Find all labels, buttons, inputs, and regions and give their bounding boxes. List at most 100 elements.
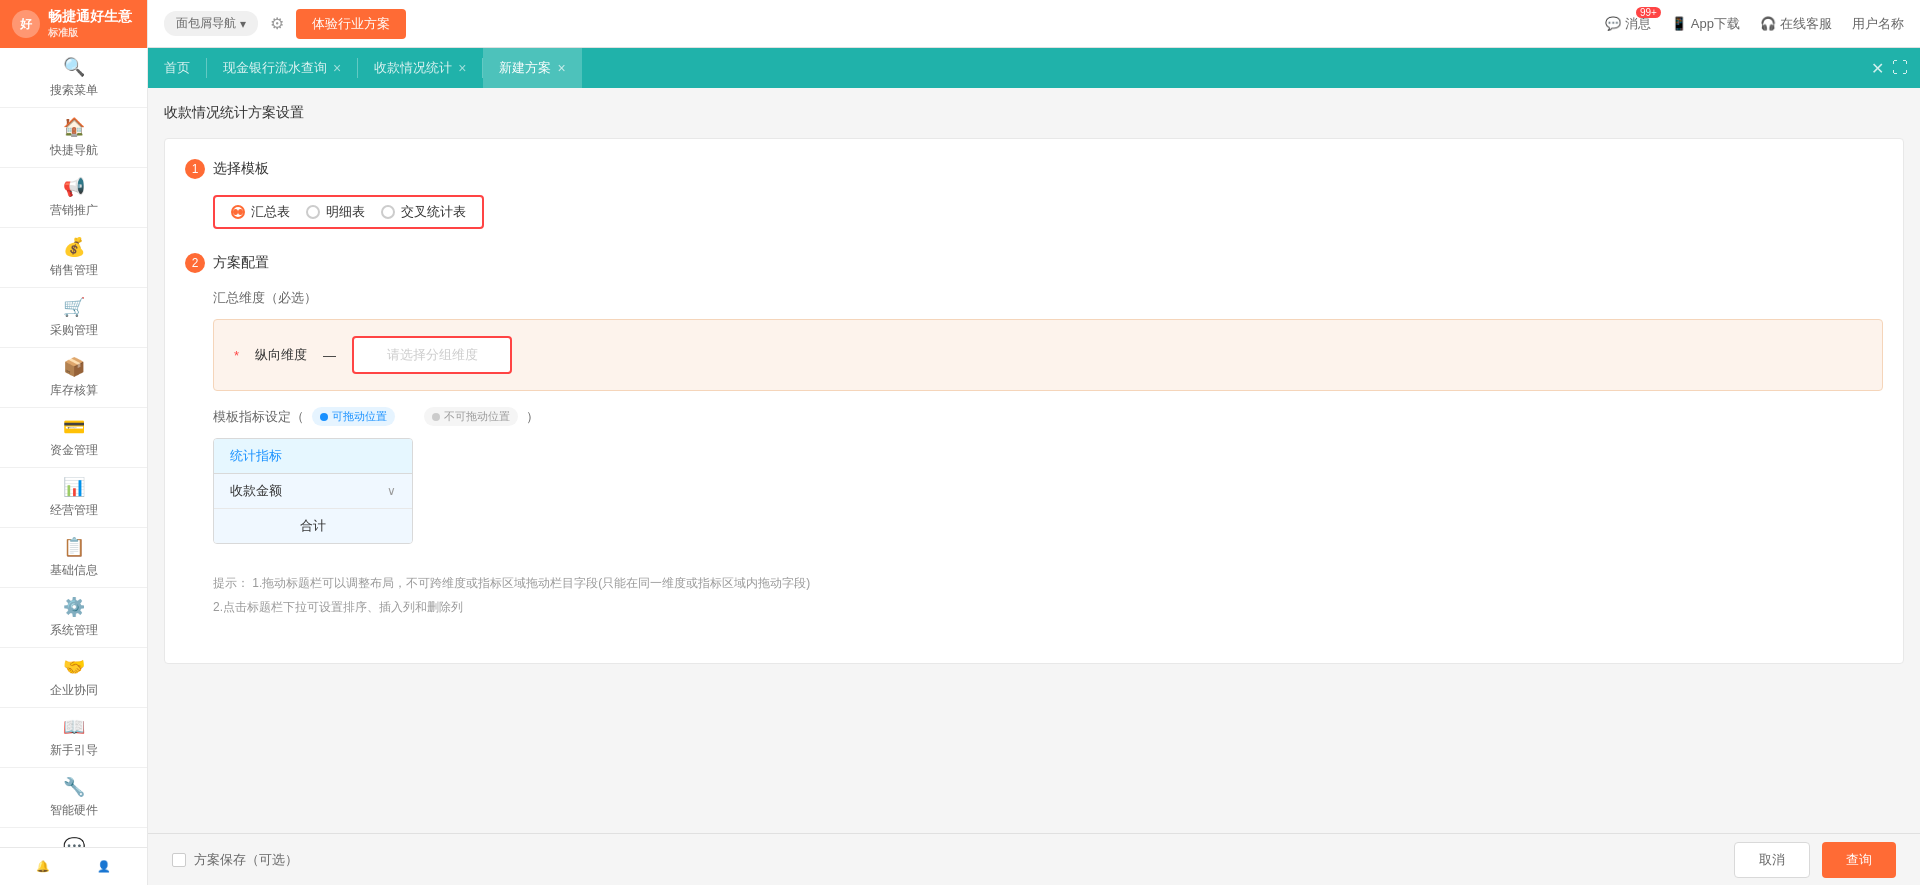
trial-button[interactable]: 体验行业方案 bbox=[296, 9, 406, 39]
indicator-table: 统计指标 收款金额 ∨ 合计 bbox=[213, 438, 413, 544]
sidebar-item-management[interactable]: 📊 经营管理 bbox=[0, 468, 147, 528]
management-icon: 📊 bbox=[63, 476, 85, 498]
sidebar-item-purchase[interactable]: 🛒 采购管理 bbox=[0, 288, 147, 348]
sidebar-item-system[interactable]: ⚙️ 系统管理 bbox=[0, 588, 147, 648]
indicator-cell-receipts[interactable]: 收款金额 ∨ bbox=[214, 474, 412, 509]
content-card: 1 选择模板 汇总表 明细表 交叉统计表 bbox=[164, 138, 1904, 664]
indicator-table-footer: 合计 bbox=[214, 509, 412, 543]
app-edition: 标准版 bbox=[48, 26, 132, 40]
cancel-button[interactable]: 取消 bbox=[1734, 842, 1810, 878]
header-right: 💬 消息 99+ 📱 App下载 🎧 在线客服 用户名称 bbox=[1605, 15, 1904, 33]
sidebar-label-hardware: 智能硬件 bbox=[50, 802, 98, 819]
message-count: 99+ bbox=[1636, 7, 1661, 18]
indicator-title-text: 模板指标设定（ bbox=[213, 408, 304, 426]
sidebar-item-finance[interactable]: 💳 资金管理 bbox=[0, 408, 147, 468]
radio-detail-circle bbox=[306, 205, 320, 219]
step2-header: 2 方案配置 bbox=[185, 253, 1883, 273]
tab-receipt-stats-close[interactable]: × bbox=[458, 60, 466, 76]
sidebar-bell-btn[interactable]: 🔔 bbox=[36, 860, 50, 873]
sidebar-label-guide: 新手引导 bbox=[50, 742, 98, 759]
message-badge[interactable]: 💬 消息 99+ bbox=[1605, 15, 1651, 33]
indicator-close-paren: ） bbox=[526, 408, 539, 426]
tips-section: 提示： 1.拖动标题栏可以调整布局，不可跨维度或指标区域拖动栏目字段(只能在同一… bbox=[213, 571, 1883, 619]
sidebar-item-search[interactable]: 🔍 搜索菜单 bbox=[0, 48, 147, 108]
radio-detail[interactable]: 明细表 bbox=[306, 203, 365, 221]
sidebar-item-nav[interactable]: 🏠 快捷导航 bbox=[0, 108, 147, 168]
breadcrumb-text: 面包屑导航 bbox=[176, 15, 236, 32]
main-content: 收款情况统计方案设置 1 选择模板 汇总表 明细表 bbox=[148, 88, 1920, 885]
sidebar-label-sales: 销售管理 bbox=[50, 262, 98, 279]
hardware-icon: 🔧 bbox=[63, 776, 85, 798]
user-info[interactable]: 用户名称 bbox=[1852, 15, 1904, 33]
guide-icon: 📖 bbox=[63, 716, 85, 738]
save-option: 方案保存（可选） bbox=[172, 851, 298, 869]
radio-summary[interactable]: 汇总表 bbox=[231, 203, 290, 221]
step2-num: 2 bbox=[185, 253, 205, 273]
sidebar-item-marketing[interactable]: 📢 营销推广 bbox=[0, 168, 147, 228]
corp-icon: 🤝 bbox=[63, 656, 85, 678]
message-icon: 💬 bbox=[1605, 16, 1621, 31]
dimension-area: * 纵向维度 — 请选择分组维度 bbox=[213, 319, 1883, 391]
tab-home[interactable]: 首页 bbox=[148, 48, 206, 88]
logo-icon: 好 bbox=[12, 10, 40, 38]
tabbar-close-icon[interactable]: ✕ bbox=[1871, 59, 1884, 78]
tab-new-plan-close[interactable]: × bbox=[557, 60, 565, 76]
sidebar-item-hardware[interactable]: 🔧 智能硬件 bbox=[0, 768, 147, 828]
basic-icon: 📋 bbox=[63, 536, 85, 558]
radio-cross[interactable]: 交叉统计表 bbox=[381, 203, 466, 221]
radio-summary-label: 汇总表 bbox=[251, 203, 290, 221]
marketing-icon: 📢 bbox=[63, 176, 85, 198]
service-icon: 🎧 bbox=[1760, 16, 1776, 31]
non-draggable-label: 不可拖动位置 bbox=[444, 409, 510, 424]
indicator-dropdown-icon[interactable]: ∨ bbox=[387, 484, 396, 498]
bottom-buttons: 取消 查询 bbox=[1734, 842, 1896, 878]
service-badge[interactable]: 🎧 在线客服 bbox=[1760, 15, 1832, 33]
indicator-cell-name: 收款金额 bbox=[230, 482, 282, 500]
tab-receipt-stats[interactable]: 收款情况统计 × bbox=[358, 48, 482, 88]
draggable-label: 可拖动位置 bbox=[332, 409, 387, 424]
sidebar-label-basic: 基础信息 bbox=[50, 562, 98, 579]
tab-cash-bank-label: 现金银行流水查询 bbox=[223, 59, 327, 77]
template-select-box: 汇总表 明细表 交叉统计表 bbox=[213, 195, 484, 229]
radio-cross-label: 交叉统计表 bbox=[401, 203, 466, 221]
sidebar-user-btn[interactable]: 👤 bbox=[97, 860, 111, 873]
sidebar-item-guide[interactable]: 📖 新手引导 bbox=[0, 708, 147, 768]
query-button[interactable]: 查询 bbox=[1822, 842, 1896, 878]
service-label: 在线客服 bbox=[1780, 15, 1832, 33]
sidebar-item-basic[interactable]: 📋 基础信息 bbox=[0, 528, 147, 588]
tip-line2: 2.点击标题栏下拉可设置排序、插入列和删除列 bbox=[213, 595, 1883, 619]
sidebar-label-marketing: 营销推广 bbox=[50, 202, 98, 219]
dimension-select-button[interactable]: 请选择分组维度 bbox=[352, 336, 512, 374]
tab-cash-bank-close[interactable]: × bbox=[333, 60, 341, 76]
tab-receipt-stats-label: 收款情况统计 bbox=[374, 59, 452, 77]
sidebar-label-nav: 快捷导航 bbox=[50, 142, 98, 159]
tab-cash-bank[interactable]: 现金银行流水查询 × bbox=[207, 48, 357, 88]
sidebar-bottom: 🔔 👤 bbox=[0, 847, 147, 885]
tabbar-expand-icon[interactable]: ⛶ bbox=[1892, 59, 1908, 77]
non-draggable-tag: 不可拖动位置 bbox=[424, 407, 518, 426]
sidebar-label-finance: 资金管理 bbox=[50, 442, 98, 459]
sidebar-label-inventory: 库存核算 bbox=[50, 382, 98, 399]
indicator-title-row: 模板指标设定（ 可拖动位置 不可拖动位置 ） bbox=[213, 407, 1883, 426]
download-label: App下载 bbox=[1691, 15, 1740, 33]
breadcrumb: 面包屑导航 ▾ bbox=[164, 11, 258, 36]
download-badge[interactable]: 📱 App下载 bbox=[1671, 15, 1740, 33]
app-logo: 好 畅捷通好生意 标准版 bbox=[0, 0, 147, 48]
step2-section: 2 方案配置 汇总维度（必选） * 纵向维度 — 请选择分组维度 模板指标设定（… bbox=[185, 253, 1883, 619]
tab-home-label: 首页 bbox=[164, 59, 190, 77]
header: 面包屑导航 ▾ ⚙ 体验行业方案 💬 消息 99+ 📱 App下载 🎧 在线客服… bbox=[148, 0, 1920, 48]
sidebar-item-inventory[interactable]: 📦 库存核算 bbox=[0, 348, 147, 408]
sidebar-label-search: 搜索菜单 bbox=[50, 82, 98, 99]
settings-icon[interactable]: ⚙ bbox=[270, 14, 284, 33]
sidebar-item-corp[interactable]: 🤝 企业协同 bbox=[0, 648, 147, 708]
save-checkbox[interactable] bbox=[172, 853, 186, 867]
sidebar-item-sales[interactable]: 💰 销售管理 bbox=[0, 228, 147, 288]
breadcrumb-arrow: ▾ bbox=[240, 17, 246, 31]
sidebar-item-wechat[interactable]: 💬 企业微信 bbox=[0, 828, 147, 847]
save-label: 方案保存（可选） bbox=[194, 851, 298, 869]
indicator-separator bbox=[403, 408, 416, 426]
dimension-arrow: — bbox=[323, 348, 336, 363]
purchase-icon: 🛒 bbox=[63, 296, 85, 318]
tab-new-plan[interactable]: 新建方案 × bbox=[483, 48, 581, 88]
download-icon: 📱 bbox=[1671, 16, 1687, 31]
